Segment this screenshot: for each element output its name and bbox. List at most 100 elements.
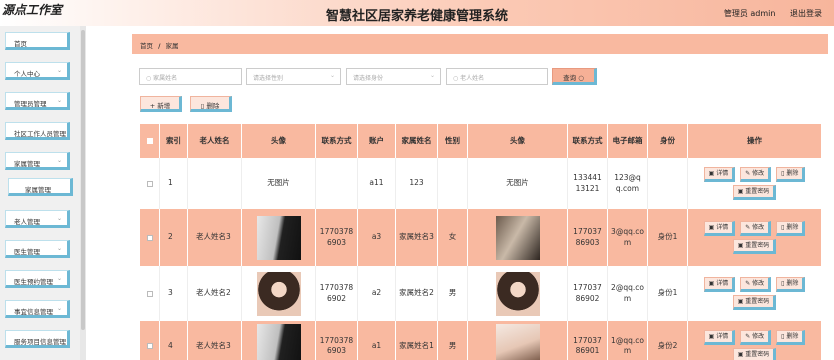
email-cell: 1@qq.com — [608, 321, 648, 360]
admin-user-label: 管理员 admin — [723, 9, 776, 18]
sidebar-scrollbar[interactable] — [80, 26, 86, 360]
row-checkbox[interactable] — [146, 290, 153, 297]
edit-button[interactable]: ✎ 修改 — [740, 277, 772, 292]
family-contact-cell: 17703786902 — [568, 266, 608, 321]
reset-password-button[interactable]: ▣ 重置密码 — [732, 295, 777, 310]
reset-password-button[interactable]: ▣ 重置密码 — [732, 347, 777, 360]
sidebar-item-home[interactable]: 首页 — [5, 32, 70, 50]
header-user-area: 管理员 admin 退出登录 — [712, 8, 822, 19]
breadcrumb-home[interactable]: 首页 — [140, 42, 153, 50]
account-cell: a3 — [358, 209, 396, 266]
elder-name-search-input[interactable]: ○ 老人姓名 — [446, 68, 548, 85]
reset-password-button[interactable]: ▣ 重置密码 — [732, 185, 777, 200]
family-avatar — [495, 271, 540, 316]
chevron-down-icon: ⌄ — [429, 72, 435, 79]
delete-button[interactable]: ▯ 删除 — [776, 329, 806, 345]
elder-contact-cell: 17703786903 — [316, 321, 358, 360]
family-name-search-input[interactable]: ○ 家属姓名 — [139, 68, 242, 85]
scrollbar-thumb[interactable] — [81, 30, 85, 330]
sidebar-item-appointment-management[interactable]: 医生预约管理 ⌄ — [5, 270, 70, 288]
row-select-cell — [140, 209, 160, 266]
delete-button[interactable]: ▯ 删除 — [776, 221, 806, 236]
delete-button-label: 删除 — [786, 280, 799, 287]
identity-select[interactable]: 请选择身份 ⌄ — [346, 68, 441, 85]
row-checkbox[interactable] — [146, 180, 153, 187]
elder-contact-cell: 17703786902 — [316, 266, 358, 321]
edit-button[interactable]: ✎ 修改 — [740, 167, 772, 182]
family-contact-cell: 17703786901 — [568, 321, 608, 360]
family-name-cell: 家属姓名3 — [396, 209, 438, 266]
sidebar-item-label: 事宜信息管理 — [14, 308, 53, 316]
detail-button-label: 详情 — [716, 280, 729, 287]
actions-cell: ▣ 详情 ✎ 修改 ▯ 删除 ▣ 重置密码 — [688, 158, 821, 209]
sidebar-item-community-staff[interactable]: 社区工作人员管理 — [5, 122, 70, 140]
account-cell: a2 — [358, 266, 396, 321]
column-header-gender: 性别 — [438, 124, 468, 158]
row-checkbox[interactable] — [146, 234, 153, 241]
sidebar-item-matters-management[interactable]: 事宜信息管理 ⌄ — [5, 300, 70, 318]
select-all-cell — [140, 124, 160, 158]
family-photo-cell — [468, 209, 568, 266]
elder-contact-cell: 17703786903 — [316, 209, 358, 266]
breadcrumb-separator: / — [158, 42, 161, 50]
detail-button-label: 详情 — [716, 224, 729, 231]
detail-button[interactable]: ▣ 详情 — [703, 221, 736, 236]
column-header-family-name: 家属姓名 — [396, 124, 438, 158]
search-button[interactable]: 查询 ○ — [552, 68, 597, 85]
detail-button[interactable]: ▣ 详情 — [703, 167, 736, 182]
detail-button[interactable]: ▣ 详情 — [703, 277, 736, 292]
elder-avatar — [256, 324, 301, 360]
row-checkbox[interactable] — [146, 343, 153, 349]
actions-cell: ▣ 详情 ✎ 修改 ▯ 删除 ▣ 重置密码 — [688, 321, 821, 360]
delete-button-label: 删除 — [786, 170, 799, 177]
delete-button[interactable]: ▯ 删除 — [776, 277, 806, 292]
edit-button-label: 修改 — [752, 280, 765, 287]
delete-button-label: 删除 — [206, 102, 220, 110]
batch-delete-button[interactable]: ▯ 删除 — [190, 96, 232, 112]
sidebar-subitem-family-management[interactable]: 家属管理 — [8, 178, 73, 196]
column-header-elder-contact: 联系方式 — [316, 124, 358, 158]
sidebar-item-admin-management[interactable]: 管理员管理 ⌄ — [5, 92, 70, 110]
elder-contact-cell — [316, 158, 358, 209]
add-button[interactable]: + 新增 — [140, 96, 182, 112]
chevron-down-icon: ⌄ — [56, 157, 62, 164]
account-cell: a1 — [358, 321, 396, 360]
reset-password-label: 重置密码 — [745, 350, 770, 358]
sidebar-item-label: 个人中心 — [14, 70, 40, 78]
logout-link[interactable]: 退出登录 — [790, 9, 822, 18]
sidebar-item-personal-center[interactable]: 个人中心 ⌄ — [5, 62, 70, 80]
edit-button[interactable]: ✎ 修改 — [740, 329, 772, 345]
gender-cell: 男 — [438, 266, 468, 321]
row-select-cell — [140, 321, 160, 360]
row-select-cell — [140, 158, 160, 209]
table-row: 2 老人姓名3 17703786903 a3 家属姓名3 女 177037869… — [140, 209, 821, 266]
family-name-cell: 家属姓名1 — [396, 321, 438, 360]
family-contact-cell: 13344113121 — [568, 158, 608, 209]
identity-cell: 身份1 — [648, 209, 688, 266]
sidebar-item-service-management[interactable]: 服务项目信息管理 ⌄ — [5, 330, 70, 348]
elder-photo-cell — [242, 266, 316, 321]
gender-cell: 女 — [438, 209, 468, 266]
sidebar-item-family-management[interactable]: 家属管理 ⌄ — [5, 152, 70, 170]
family-avatar — [495, 324, 540, 360]
delete-button[interactable]: ▯ 删除 — [776, 167, 806, 182]
add-button-label: 新增 — [157, 102, 171, 110]
identity-cell — [648, 158, 688, 209]
select-all-checkbox[interactable] — [146, 138, 153, 144]
search-icon: ○ — [578, 74, 584, 82]
sidebar-item-doctor-management[interactable]: 医生管理 ⌄ — [5, 240, 70, 258]
edit-button[interactable]: ✎ 修改 — [740, 221, 772, 236]
system-title: 智慧社区居家养老健康管理系统 — [325, 9, 508, 24]
reset-password-button[interactable]: ▣ 重置密码 — [732, 239, 777, 254]
detail-button[interactable]: ▣ 详情 — [703, 329, 736, 345]
chevron-down-icon: ⌄ — [56, 97, 62, 104]
chevron-down-icon: ⌄ — [56, 305, 62, 312]
placeholder-text: 请选择性别 — [253, 75, 284, 82]
sidebar-item-elder-management[interactable]: 老人管理 ⌄ — [5, 210, 70, 228]
elder-avatar — [256, 215, 301, 260]
elder-name-cell: 老人姓名3 — [188, 209, 242, 266]
gender-select[interactable]: 请选择性别 ⌄ — [246, 68, 341, 85]
chevron-down-icon: ⌄ — [56, 215, 62, 222]
chevron-down-icon: ⌄ — [56, 275, 62, 282]
placeholder-text: 家属姓名 — [153, 75, 178, 82]
